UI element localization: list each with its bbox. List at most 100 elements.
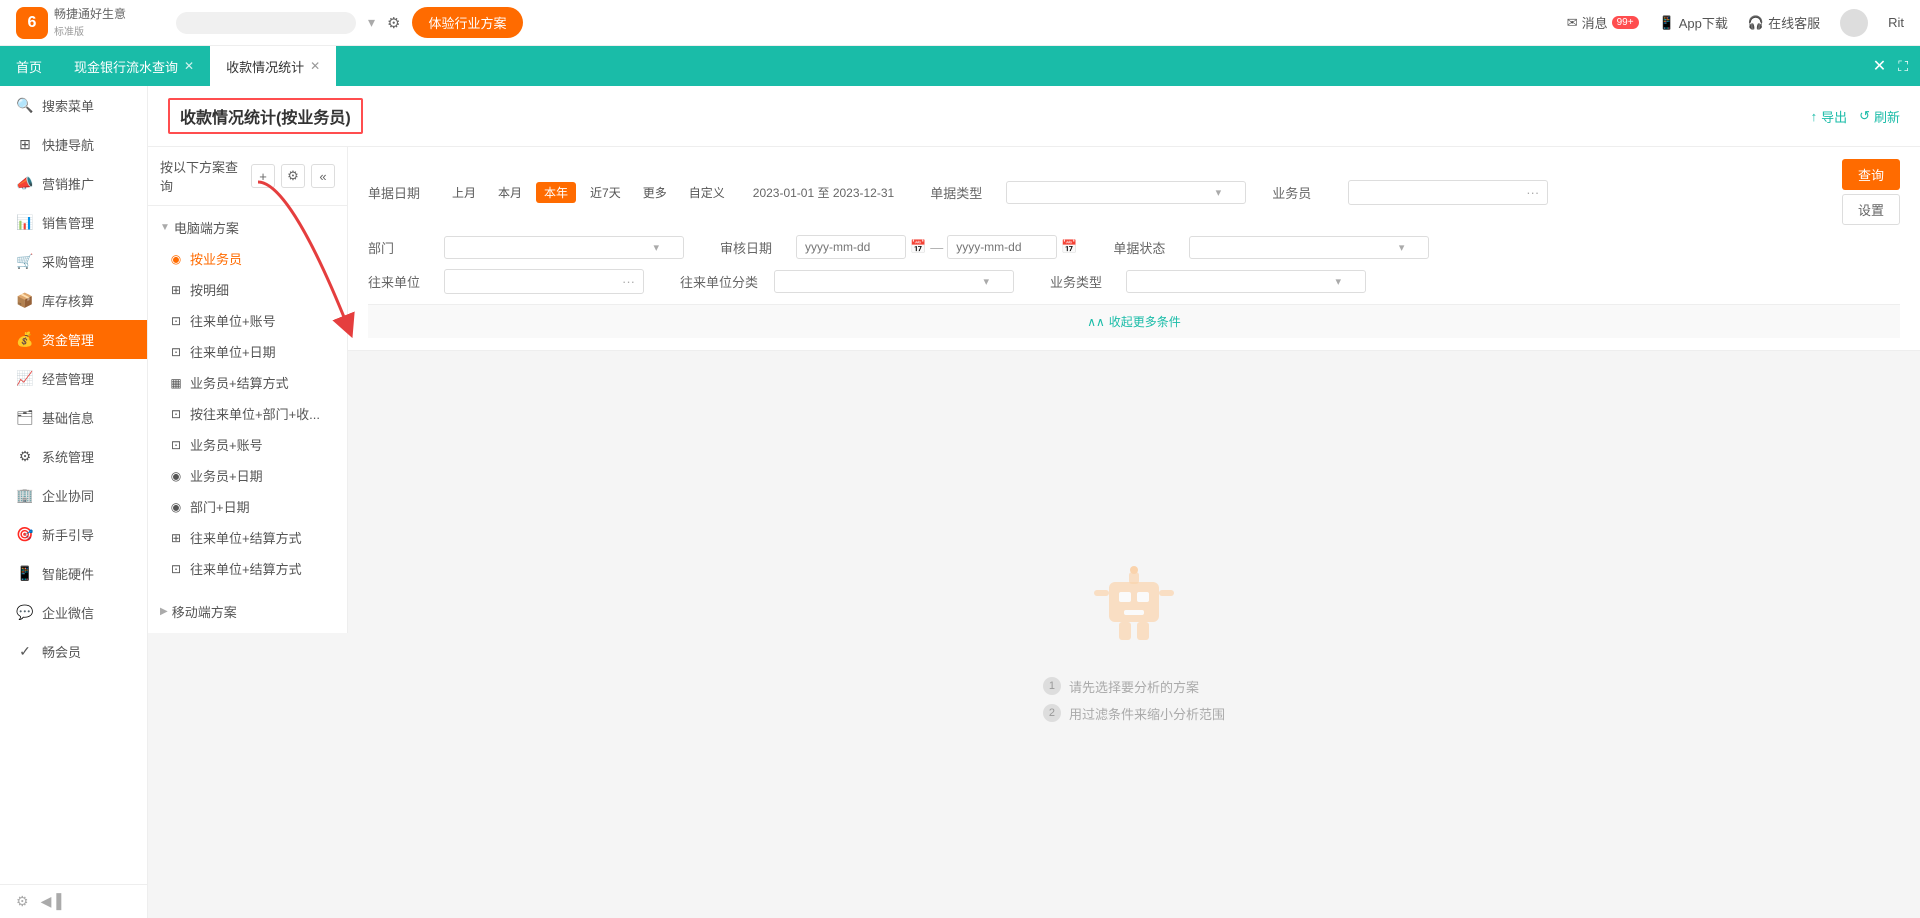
- scheme-settings-btn[interactable]: ⚙: [281, 164, 305, 188]
- export-button[interactable]: ↑ 导出: [1811, 107, 1848, 126]
- counterpart-more-btn[interactable]: ···: [622, 274, 635, 289]
- tab-bank-flow[interactable]: 现金银行流水查询 ✕: [58, 46, 210, 86]
- filter-settings-button[interactable]: 设置: [1842, 194, 1900, 225]
- gear-icon[interactable]: ⚙: [387, 14, 400, 32]
- business-type-select[interactable]: ▾: [1126, 270, 1366, 293]
- dept-label: 部门: [368, 238, 428, 257]
- scheme-item-unit-payment-2[interactable]: ⊡ 往来单位+结算方式: [148, 553, 347, 584]
- doc-type-select[interactable]: ▾: [1006, 181, 1246, 204]
- tab-close-receivable[interactable]: ✕: [310, 59, 320, 73]
- counterpart-category-select[interactable]: ▾: [774, 270, 1014, 293]
- date-tab-7days[interactable]: 近7天: [582, 182, 629, 203]
- doc-type-chevron: ▾: [1216, 186, 1222, 199]
- sidebar-item-marketing[interactable]: 📣 营销推广: [0, 164, 147, 203]
- scheme-icon-7: ⊡: [168, 437, 184, 453]
- sidebar-item-quick-nav[interactable]: ⊞ 快捷导航: [0, 125, 147, 164]
- date-tab-this-month[interactable]: 本月: [490, 182, 530, 203]
- sidebar-item-system[interactable]: ⚙ 系统管理: [0, 437, 147, 476]
- sidebar-item-search-menu[interactable]: 🔍 搜索菜单: [0, 86, 147, 125]
- sidebar-item-guide[interactable]: 🎯 新手引导: [0, 515, 147, 554]
- right-content: 单据日期 上月 本月 本年 近7天 更多 自定义 2023-01-01 至 20…: [348, 147, 1920, 918]
- sidebar-item-wechat[interactable]: 💬 企业微信: [0, 593, 147, 632]
- date-range-display: 2023-01-01 至 2023-12-31: [753, 184, 894, 201]
- tab-window-expand[interactable]: ⛶: [1898, 58, 1908, 75]
- date-tab-custom[interactable]: 自定义: [681, 182, 733, 203]
- cal-icon-start[interactable]: 📅: [910, 239, 926, 255]
- filter-row-3: 往来单位 ··· 往来单位分类 ▾ 业务类型: [368, 269, 1900, 294]
- main-layout: 🔍 搜索菜单 ⊞ 快捷导航 📣 营销推广 📊 销售管理 🛒 采购管理 📦 库存核…: [0, 86, 1920, 918]
- tab-receivable-stats[interactable]: 收款情况统计 ✕: [210, 46, 336, 86]
- scheme-icon-3: ⊡: [168, 313, 184, 329]
- scheme-item-dept-date[interactable]: ◉ 部门+日期: [148, 491, 347, 522]
- tab-window-close[interactable]: ✕: [1873, 56, 1886, 76]
- sidebar-collapse-btn[interactable]: ◀▐: [41, 893, 62, 910]
- sidebar-item-sales[interactable]: 📊 销售管理: [0, 203, 147, 242]
- sidebar-item-inventory[interactable]: 📦 库存核算: [0, 281, 147, 320]
- sidebar-item-finance[interactable]: 💰 资金管理: [0, 320, 147, 359]
- scheme-icon-5: ▦: [168, 375, 184, 391]
- sidebar-item-member[interactable]: ✓ 畅会员: [0, 632, 147, 671]
- review-date-end[interactable]: [947, 235, 1057, 259]
- scheme-item-unit-date[interactable]: ⊡ 往来单位+日期: [148, 336, 347, 367]
- counterpart-input[interactable]: ···: [444, 269, 644, 294]
- sidebar-item-purchase[interactable]: 🛒 采购管理: [0, 242, 147, 281]
- scheme-item-salesman-account[interactable]: ⊡ 业务员+账号: [148, 429, 347, 460]
- top-header-area: ▾ ⚙ 体验行业方案: [164, 7, 1567, 38]
- scheme-item-salesman-date[interactable]: ◉ 业务员+日期: [148, 460, 347, 491]
- app-version: 标准版: [54, 23, 126, 38]
- messages-button[interactable]: ✉ 消息 99+: [1567, 13, 1639, 32]
- date-tab-more[interactable]: 更多: [635, 182, 675, 203]
- nav-icon: ⊞: [16, 136, 34, 154]
- logo-area: 6 畅捷通好生意 标准版: [16, 7, 164, 39]
- collapse-bar[interactable]: ∧∧ 收起更多条件: [368, 304, 1900, 338]
- review-date-start[interactable]: [796, 235, 906, 259]
- date-tab-this-year[interactable]: 本年: [536, 182, 576, 203]
- left-panel-container: 按以下方案查询 + ⚙ « ▼ 电脑端方案 ◉ 按业务员: [148, 147, 348, 918]
- panel-collapse-btn[interactable]: «: [311, 164, 335, 188]
- refresh-button[interactable]: ↺ 刷新: [1859, 107, 1900, 126]
- robot-svg: [1084, 552, 1184, 652]
- page-actions: ↑ 导出 ↺ 刷新: [1811, 107, 1900, 126]
- sidebar-item-smart-hw[interactable]: 📱 智能硬件: [0, 554, 147, 593]
- cal-icon-end[interactable]: 📅: [1061, 239, 1077, 255]
- salesman-more-btn[interactable]: ···: [1526, 185, 1539, 200]
- scheme-item-unit-payment-1[interactable]: ⊞ 往来单位+结算方式: [148, 522, 347, 553]
- dept-select[interactable]: ▾: [444, 236, 684, 259]
- scheme-item-salesman-payment[interactable]: ▦ 业务员+结算方式: [148, 367, 347, 398]
- date-label: 单据日期: [368, 183, 428, 202]
- empty-tip-1: 1 请先选择要分析的方案: [1043, 677, 1225, 696]
- date-tab-last-month[interactable]: 上月: [444, 182, 484, 203]
- sidebar-item-basic-info[interactable]: 🗂 基础信息: [0, 398, 147, 437]
- query-button[interactable]: 查询: [1842, 159, 1900, 190]
- top-bar: 6 畅捷通好生意 标准版 ▾ ⚙ 体验行业方案 ✉ 消息 99+ 📱 App下载…: [0, 0, 1920, 46]
- collapse-btn[interactable]: ∧∧ 收起更多条件: [1087, 313, 1181, 330]
- scheme-item-unit-dept[interactable]: ⊡ 按往来单位+部门+收...: [148, 398, 347, 429]
- mobile-section-header[interactable]: ▶ 移动端方案: [148, 596, 347, 627]
- online-service-button[interactable]: 🎧 在线客服: [1748, 13, 1820, 32]
- left-panel: 按以下方案查询 + ⚙ « ▼ 电脑端方案 ◉ 按业务员: [148, 147, 348, 633]
- tab-bar: 首页 现金银行流水查询 ✕ 收款情况统计 ✕ ✕ ⛶: [0, 46, 1920, 86]
- trial-button[interactable]: 体验行业方案: [412, 7, 522, 38]
- scheme-item-by-salesman[interactable]: ◉ 按业务员: [148, 243, 347, 274]
- tab-close-bank[interactable]: ✕: [184, 59, 194, 73]
- sidebar-settings-btn[interactable]: ⚙: [16, 893, 29, 910]
- scheme-icon-11: ⊡: [168, 561, 184, 577]
- app-download-button[interactable]: 📱 App下载: [1659, 13, 1728, 32]
- top-search-input[interactable]: [176, 12, 356, 34]
- tab-home[interactable]: 首页: [0, 57, 58, 76]
- doc-status-chevron: ▾: [1399, 241, 1405, 254]
- app-download-label: App下载: [1679, 13, 1728, 32]
- scheme-item-by-detail[interactable]: ⊞ 按明细: [148, 274, 347, 305]
- mobile-expand-icon: ▶: [160, 606, 168, 617]
- sidebar-item-enterprise[interactable]: 🏢 企业协同: [0, 476, 147, 515]
- scheme-item-unit-account[interactable]: ⊡ 往来单位+账号: [148, 305, 347, 336]
- desktop-section-header[interactable]: ▼ 电脑端方案: [148, 212, 347, 243]
- inventory-icon: 📦: [16, 292, 34, 310]
- salesman-input[interactable]: ···: [1348, 180, 1548, 205]
- doc-status-select[interactable]: ▾: [1189, 236, 1429, 259]
- add-scheme-btn[interactable]: +: [251, 164, 275, 188]
- dropdown-arrow[interactable]: ▾: [368, 14, 375, 31]
- inner-layout: 按以下方案查询 + ⚙ « ▼ 电脑端方案 ◉ 按业务员: [148, 147, 1920, 918]
- user-avatar[interactable]: [1840, 9, 1868, 37]
- sidebar-item-operation[interactable]: 📈 经营管理: [0, 359, 147, 398]
